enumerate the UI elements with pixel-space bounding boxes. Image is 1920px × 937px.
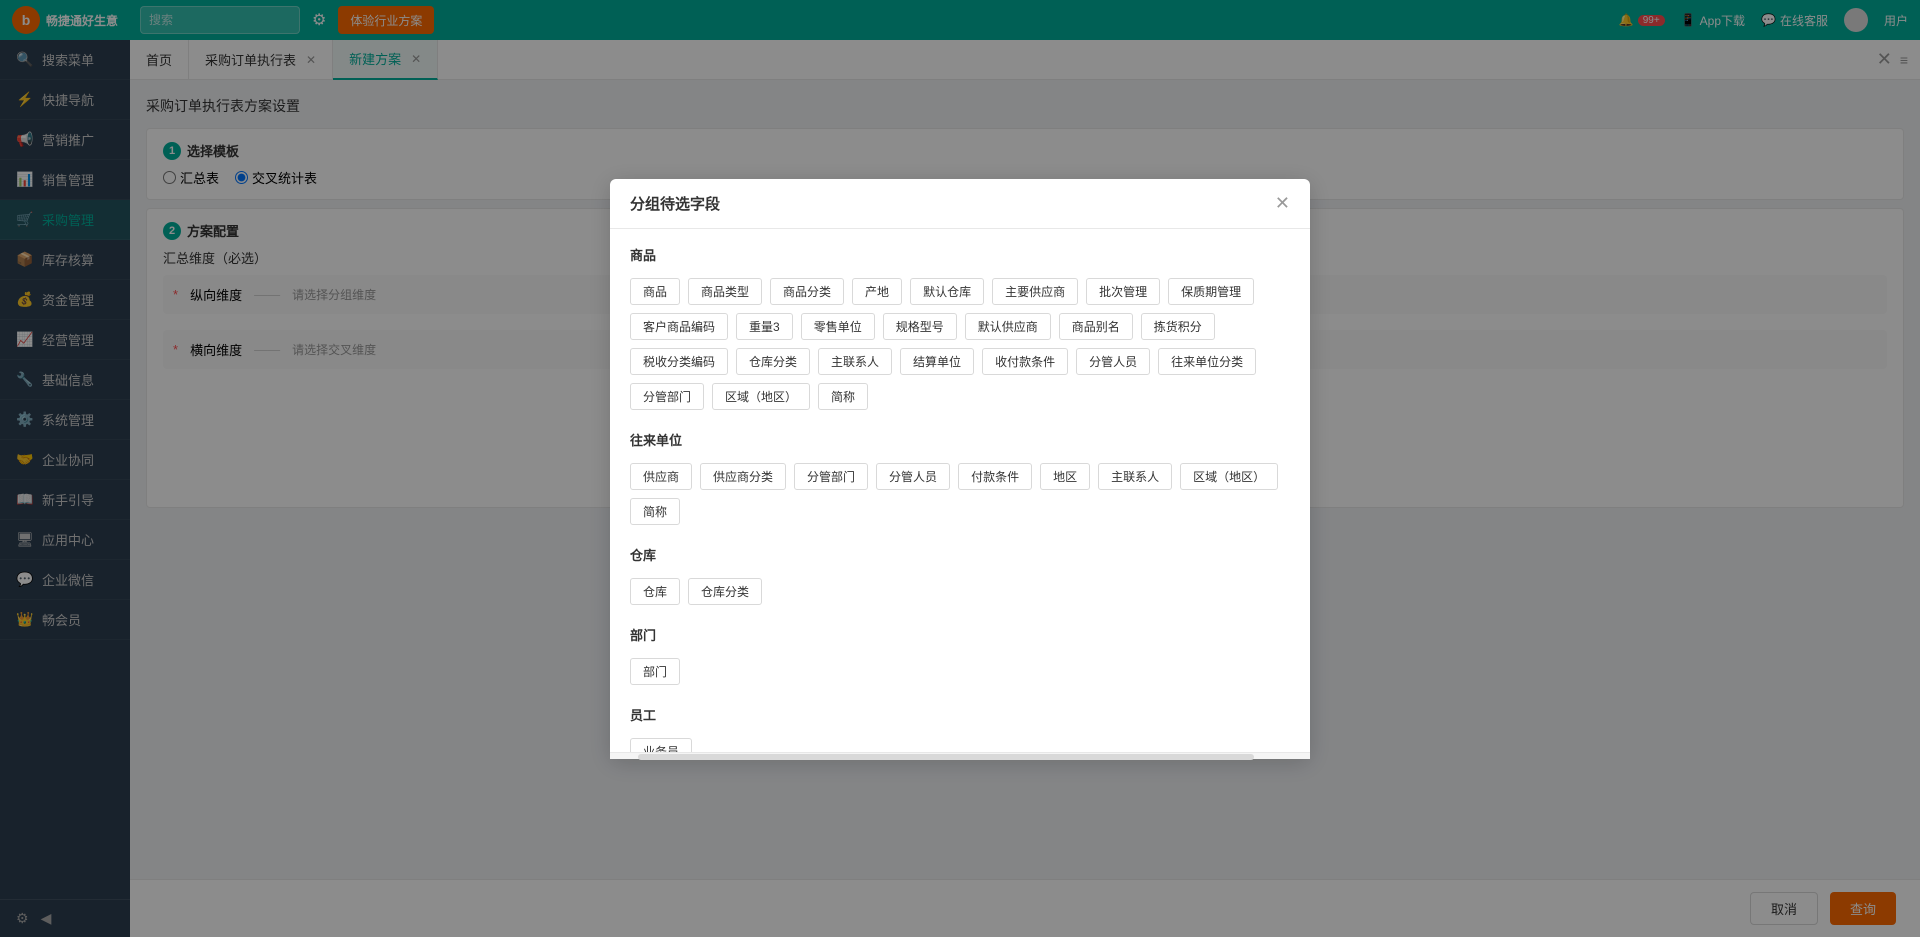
field-tag-weight3[interactable]: 重量3 [736, 313, 793, 340]
modal-overlay: 分组待选字段 ✕ 商品 商品 商品类型 商品分类 产地 默认仓库 主要供应商 批… [0, 0, 1920, 937]
field-tag-pick-points[interactable]: 拣货积分 [1141, 313, 1215, 340]
field-tag-shelf-life[interactable]: 保质期管理 [1168, 278, 1254, 305]
field-tag-retail-unit[interactable]: 零售单位 [801, 313, 875, 340]
section-warehouse-title: 仓库 [630, 545, 1290, 568]
field-tag-short-name[interactable]: 简称 [818, 383, 868, 410]
field-tag-warehouse-category2[interactable]: 仓库分类 [688, 578, 762, 605]
section-partner: 往来单位 供应商 供应商分类 分管部门 分管人员 付款条件 地区 主联系人 区域… [630, 430, 1290, 525]
field-select-modal: 分组待选字段 ✕ 商品 商品 商品类型 商品分类 产地 默认仓库 主要供应商 批… [610, 179, 1310, 759]
field-tag-tax-code[interactable]: 税收分类编码 [630, 348, 728, 375]
section-goods: 商品 商品 商品类型 商品分类 产地 默认仓库 主要供应商 批次管理 保质期管理… [630, 245, 1290, 410]
field-tag-goods-type[interactable]: 商品类型 [688, 278, 762, 305]
field-tag-goods-alias[interactable]: 商品别名 [1059, 313, 1133, 340]
field-tag-warehouse-category[interactable]: 仓库分类 [736, 348, 810, 375]
field-tag-customer-code[interactable]: 客户商品编码 [630, 313, 728, 340]
field-tag-short-name2[interactable]: 简称 [630, 498, 680, 525]
field-tag-partner-dept[interactable]: 分管部门 [794, 463, 868, 490]
modal-title: 分组待选字段 [630, 193, 720, 214]
field-tag-area[interactable]: 地区 [1040, 463, 1090, 490]
field-tag-warehouse[interactable]: 仓库 [630, 578, 680, 605]
field-tag-main-supplier[interactable]: 主要供应商 [992, 278, 1078, 305]
field-tag-partner-category[interactable]: 往来单位分类 [1158, 348, 1256, 375]
modal-hscrollbar[interactable] [610, 752, 1310, 758]
field-tag-goods[interactable]: 商品 [630, 278, 680, 305]
field-tag-payment-condition[interactable]: 付款条件 [958, 463, 1032, 490]
section-employee-fields: 业务员 [630, 738, 1290, 753]
modal-hscrollbar-thumb [638, 754, 1254, 760]
section-goods-title: 商品 [630, 245, 1290, 268]
field-tag-default-supplier[interactable]: 默认供应商 [965, 313, 1051, 340]
field-tag-manager[interactable]: 分管人员 [1076, 348, 1150, 375]
section-warehouse: 仓库 仓库 仓库分类 [630, 545, 1290, 605]
field-tag-region[interactable]: 区域（地区） [712, 383, 810, 410]
modal-body[interactable]: 商品 商品 商品类型 商品分类 产地 默认仓库 主要供应商 批次管理 保质期管理… [610, 229, 1310, 753]
field-tag-settlement-unit[interactable]: 结算单位 [900, 348, 974, 375]
modal-close-button[interactable]: ✕ [1275, 194, 1290, 212]
section-partner-fields: 供应商 供应商分类 分管部门 分管人员 付款条件 地区 主联系人 区域（地区） … [630, 463, 1290, 525]
field-tag-partner-person[interactable]: 分管人员 [876, 463, 950, 490]
field-tag-main-contact2[interactable]: 主联系人 [1098, 463, 1172, 490]
field-tag-dept-manager[interactable]: 分管部门 [630, 383, 704, 410]
field-tag-region2[interactable]: 区域（地区） [1180, 463, 1278, 490]
section-goods-fields: 商品 商品类型 商品分类 产地 默认仓库 主要供应商 批次管理 保质期管理 客户… [630, 278, 1290, 410]
field-tag-origin[interactable]: 产地 [852, 278, 902, 305]
field-tag-supplier[interactable]: 供应商 [630, 463, 692, 490]
field-tag-salesperson[interactable]: 业务员 [630, 738, 692, 753]
field-tag-main-contact[interactable]: 主联系人 [818, 348, 892, 375]
section-warehouse-fields: 仓库 仓库分类 [630, 578, 1290, 605]
field-tag-batch-mgmt[interactable]: 批次管理 [1086, 278, 1160, 305]
section-partner-title: 往来单位 [630, 430, 1290, 453]
field-tag-payment-terms[interactable]: 收付款条件 [982, 348, 1068, 375]
section-dept: 部门 部门 [630, 625, 1290, 685]
field-tag-default-warehouse[interactable]: 默认仓库 [910, 278, 984, 305]
section-employee: 员工 业务员 [630, 705, 1290, 753]
field-tag-goods-category[interactable]: 商品分类 [770, 278, 844, 305]
field-tag-supplier-category[interactable]: 供应商分类 [700, 463, 786, 490]
field-tag-dept[interactable]: 部门 [630, 658, 680, 685]
modal-header: 分组待选字段 ✕ [610, 179, 1310, 229]
section-dept-title: 部门 [630, 625, 1290, 648]
section-dept-fields: 部门 [630, 658, 1290, 685]
section-employee-title: 员工 [630, 705, 1290, 728]
field-tag-spec-model[interactable]: 规格型号 [883, 313, 957, 340]
